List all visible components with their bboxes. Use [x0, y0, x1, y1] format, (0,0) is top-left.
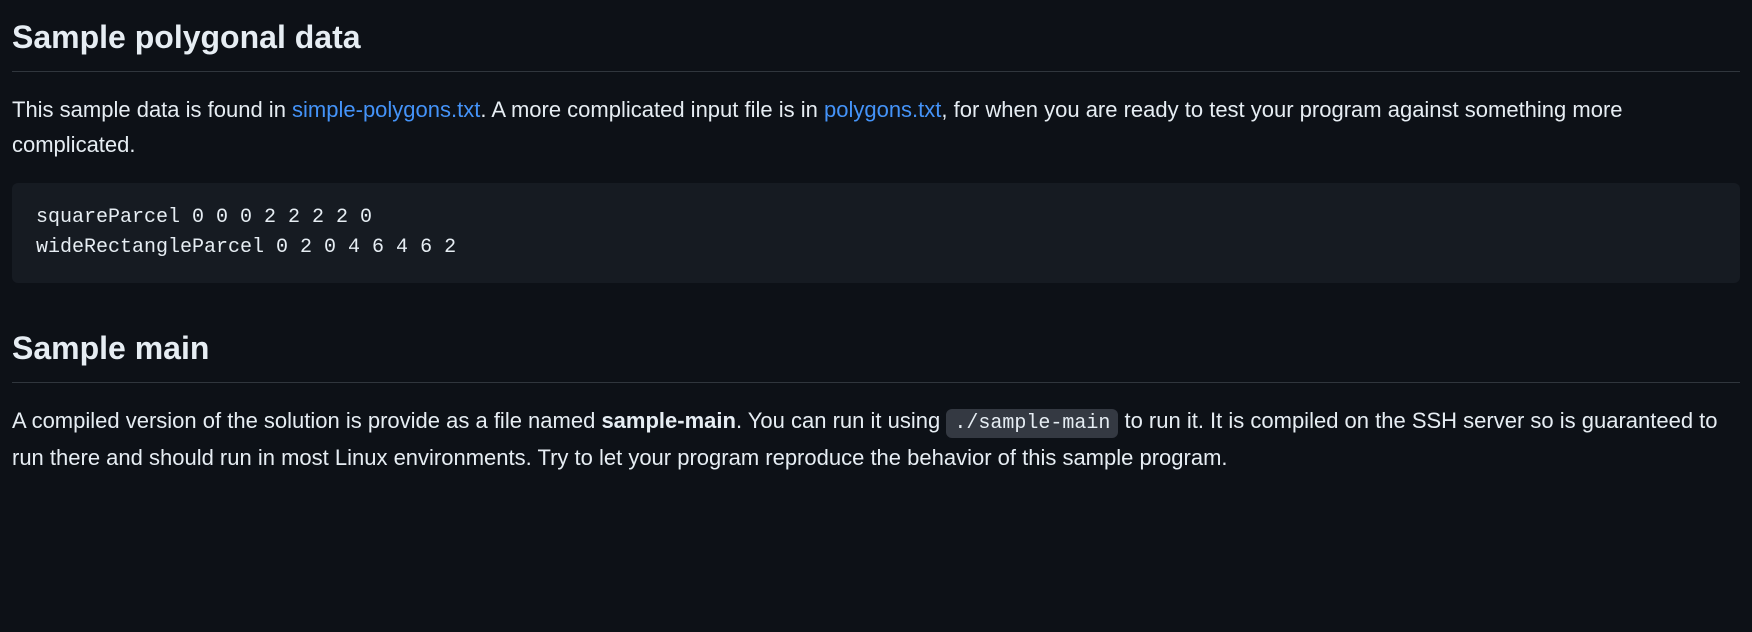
strong-sample-main: sample-main [601, 408, 736, 433]
text-fragment: . You can run it using [736, 408, 946, 433]
heading-sample-main: Sample main [12, 323, 1740, 383]
inline-code-run-command: ./sample-main [946, 409, 1118, 438]
text-fragment: . A more complicated input file is in [480, 97, 824, 122]
text-fragment: This sample data is found in [12, 97, 292, 122]
paragraph-sample-main: A compiled version of the solution is pr… [12, 403, 1740, 475]
link-polygons[interactable]: polygons.txt [824, 97, 941, 122]
code-block-polygon-data: squareParcel 0 0 0 2 2 2 2 0 wideRectang… [12, 183, 1740, 283]
paragraph-sample-data: This sample data is found in simple-poly… [12, 92, 1740, 162]
text-fragment: A compiled version of the solution is pr… [12, 408, 601, 433]
link-simple-polygons[interactable]: simple-polygons.txt [292, 97, 480, 122]
heading-sample-polygonal-data: Sample polygonal data [12, 12, 1740, 72]
section-sample-main: Sample main A compiled version of the so… [12, 323, 1740, 475]
section-sample-polygonal-data: Sample polygonal data This sample data i… [12, 12, 1740, 283]
